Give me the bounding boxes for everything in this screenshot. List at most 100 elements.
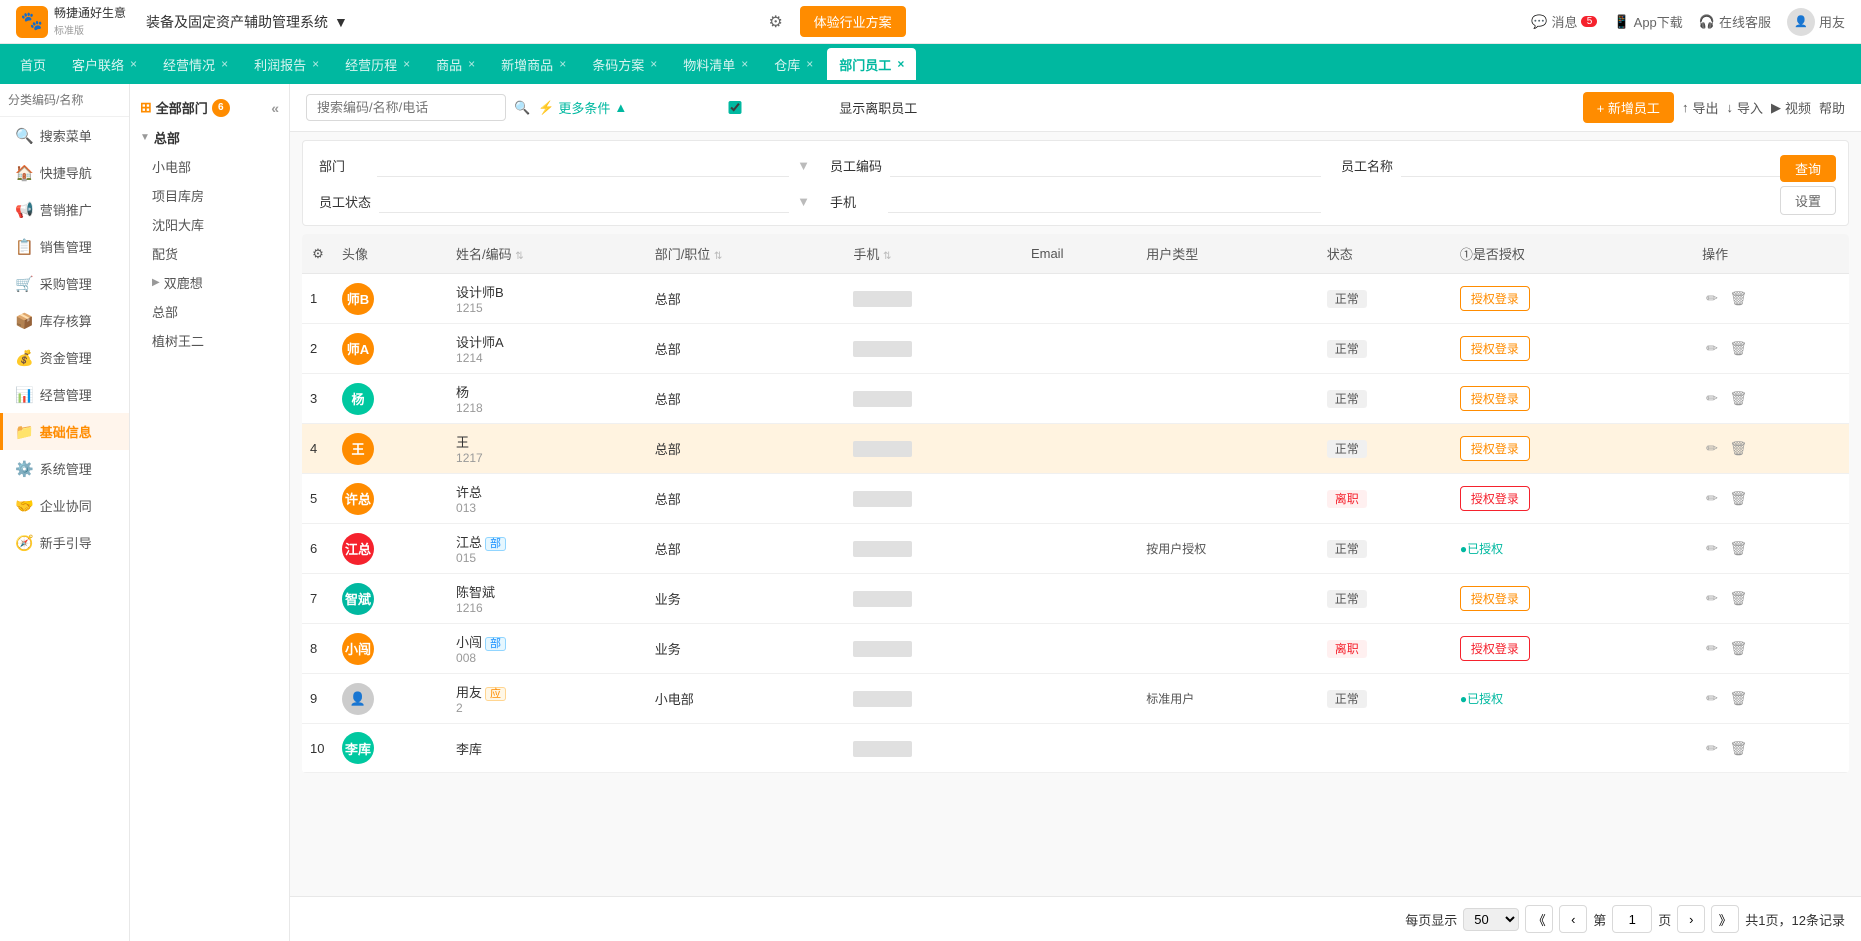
dept-node-总部[interactable]: ▼ 总部 bbox=[130, 123, 289, 152]
edit-button[interactable]: ✏ bbox=[1702, 688, 1722, 709]
col-name-code[interactable]: 姓名/编码 ⇅ bbox=[448, 234, 647, 274]
dept-node-双鹿想[interactable]: ▶ 双鹿想 bbox=[130, 268, 289, 297]
sidebar-item-system[interactable]: ⚙️系统管理 bbox=[0, 450, 129, 487]
nav-tab-close-icon[interactable]: × bbox=[130, 57, 137, 71]
delete-button[interactable]: 🗑 bbox=[1726, 588, 1752, 609]
delete-button[interactable]: 🗑 bbox=[1726, 688, 1752, 709]
emp-status-select[interactable] bbox=[379, 189, 789, 213]
dept-select[interactable] bbox=[377, 153, 789, 177]
sidebar-item-marketing[interactable]: 📢营销推广 bbox=[0, 191, 129, 228]
edit-button[interactable]: ✏ bbox=[1702, 338, 1722, 359]
trial-button[interactable]: 体验行业方案 bbox=[800, 6, 906, 37]
sidebar-item-search[interactable]: 🔍搜索菜单 bbox=[0, 117, 129, 154]
edit-button[interactable]: ✏ bbox=[1702, 288, 1722, 309]
import-button[interactable]: ↓ 导入 bbox=[1726, 98, 1763, 117]
sidebar-item-purchase[interactable]: 🛒采购管理 bbox=[0, 265, 129, 302]
emp-code-input[interactable] bbox=[890, 153, 1321, 177]
sidebar-item-basic[interactable]: 📁基础信息 bbox=[0, 413, 129, 450]
delete-button[interactable]: 🗑 bbox=[1726, 488, 1752, 509]
last-page-button[interactable]: 》 bbox=[1711, 905, 1739, 933]
nav-tab-close-icon[interactable]: × bbox=[741, 57, 748, 71]
nav-tab-利润报告[interactable]: 利润报告× bbox=[242, 48, 331, 80]
nav-tab-部门员工[interactable]: 部门员工× bbox=[827, 48, 916, 80]
search-button[interactable]: 🔍 bbox=[514, 100, 530, 116]
auth-login-button[interactable]: 授权登录 bbox=[1460, 436, 1530, 461]
edit-button[interactable]: ✏ bbox=[1702, 738, 1722, 759]
col-dept-position[interactable]: 部门/职位 ⇅ bbox=[647, 234, 846, 274]
sidebar-item-guide[interactable]: 🧭新手引导 bbox=[0, 524, 129, 561]
sidebar-item-sales[interactable]: 📋销售管理 bbox=[0, 228, 129, 265]
nav-tab-close-icon[interactable]: × bbox=[559, 57, 566, 71]
auth-login-button[interactable]: 授权登录 bbox=[1460, 286, 1530, 311]
query-button[interactable]: 查询 bbox=[1780, 155, 1836, 182]
delete-button[interactable]: 🗑 bbox=[1726, 388, 1752, 409]
show-resigned-checkbox[interactable] bbox=[635, 101, 835, 114]
dept-node-沈阳大库[interactable]: 沈阳大库 bbox=[130, 210, 289, 239]
app-download-button[interactable]: 📱 App下载 bbox=[1613, 12, 1682, 31]
next-page-button[interactable]: › bbox=[1677, 905, 1705, 933]
settings-button[interactable]: ⚙ bbox=[762, 8, 790, 36]
nav-tab-close-icon[interactable]: × bbox=[403, 57, 410, 71]
user-menu[interactable]: 👤 用友 bbox=[1787, 8, 1845, 36]
phone-input[interactable] bbox=[888, 189, 1321, 213]
auth-login-button[interactable]: 授权登录 bbox=[1460, 586, 1530, 611]
auth-login-button[interactable]: 授权登录 bbox=[1460, 486, 1530, 511]
edit-button[interactable]: ✏ bbox=[1702, 488, 1722, 509]
edit-button[interactable]: ✏ bbox=[1702, 538, 1722, 559]
nav-tab-物料清单[interactable]: 物料清单× bbox=[671, 48, 760, 80]
add-employee-button[interactable]: + 新增员工 bbox=[1583, 92, 1674, 123]
dept-node-小电部[interactable]: 小电部 bbox=[130, 152, 289, 181]
nav-tab-首页[interactable]: 首页 bbox=[8, 48, 58, 80]
dept-node-植树王二[interactable]: 植树王二 bbox=[130, 326, 289, 355]
dept-node-项目库房[interactable]: 项目库房 bbox=[130, 181, 289, 210]
col-phone[interactable]: 手机 ⇅ bbox=[845, 234, 1023, 274]
online-service-button[interactable]: 🎧 在线客服 bbox=[1699, 12, 1771, 31]
show-resigned-checkbox-label[interactable]: 显示离职员工 bbox=[635, 98, 917, 117]
edit-button[interactable]: ✏ bbox=[1702, 588, 1722, 609]
delete-button[interactable]: 🗑 bbox=[1726, 438, 1752, 459]
more-button[interactable]: 帮助 bbox=[1819, 98, 1845, 117]
nav-tab-经营情况[interactable]: 经营情况× bbox=[151, 48, 240, 80]
prev-page-button[interactable]: ‹ bbox=[1559, 905, 1587, 933]
delete-button[interactable]: 🗑 bbox=[1726, 338, 1752, 359]
search-input[interactable] bbox=[306, 94, 506, 121]
edit-button[interactable]: ✏ bbox=[1702, 438, 1722, 459]
nav-tab-close-icon[interactable]: × bbox=[650, 57, 657, 71]
edit-button[interactable]: ✏ bbox=[1702, 388, 1722, 409]
edit-button[interactable]: ✏ bbox=[1702, 638, 1722, 659]
collapse-button[interactable]: « bbox=[271, 100, 279, 116]
sidebar-item-collab[interactable]: 🤝企业协同 bbox=[0, 487, 129, 524]
auth-login-button[interactable]: 授权登录 bbox=[1460, 636, 1530, 661]
more-conditions-button[interactable]: ⚡ 更多条件 ▲ bbox=[538, 98, 627, 117]
nav-tab-close-icon[interactable]: × bbox=[897, 57, 904, 71]
auth-login-button[interactable]: 授权登录 bbox=[1460, 336, 1530, 361]
view-button[interactable]: ▶ 视频 bbox=[1771, 98, 1811, 117]
sidebar-item-inventory[interactable]: 📦库存核算 bbox=[0, 302, 129, 339]
first-page-button[interactable]: 《 bbox=[1525, 905, 1553, 933]
nav-tab-仓库[interactable]: 仓库× bbox=[762, 48, 825, 80]
nav-tab-经营历程[interactable]: 经营历程× bbox=[333, 48, 422, 80]
page-size-select[interactable]: 50 20 100 bbox=[1463, 908, 1519, 931]
reset-button[interactable]: 设置 bbox=[1780, 186, 1836, 215]
nav-tab-close-icon[interactable]: × bbox=[468, 57, 475, 71]
nav-tab-close-icon[interactable]: × bbox=[312, 57, 319, 71]
sidebar-item-operations[interactable]: 📊经营管理 bbox=[0, 376, 129, 413]
message-button[interactable]: 💬 消息 5 bbox=[1531, 12, 1597, 31]
nav-tab-客户联络[interactable]: 客户联络× bbox=[60, 48, 149, 80]
dept-node-配货[interactable]: 配货 bbox=[130, 239, 289, 268]
nav-tab-商品[interactable]: 商品× bbox=[424, 48, 487, 80]
sidebar-item-finance[interactable]: 💰资金管理 bbox=[0, 339, 129, 376]
delete-button[interactable]: 🗑 bbox=[1726, 738, 1752, 759]
export-button[interactable]: ↑ 导出 bbox=[1682, 98, 1719, 117]
emp-name-input[interactable] bbox=[1401, 153, 1832, 177]
nav-tab-close-icon[interactable]: × bbox=[221, 57, 228, 71]
nav-tab-新增商品[interactable]: 新增商品× bbox=[489, 48, 578, 80]
nav-tab-条码方案[interactable]: 条码方案× bbox=[580, 48, 669, 80]
delete-button[interactable]: 🗑 bbox=[1726, 638, 1752, 659]
delete-button[interactable]: 🗑 bbox=[1726, 288, 1752, 309]
dept-node-总部[interactable]: 总部 bbox=[130, 297, 289, 326]
sidebar-search-input[interactable] bbox=[8, 93, 130, 107]
sidebar-item-shortcut[interactable]: 🏠快捷导航 bbox=[0, 154, 129, 191]
auth-login-button[interactable]: 授权登录 bbox=[1460, 386, 1530, 411]
page-number-input[interactable] bbox=[1612, 905, 1652, 933]
